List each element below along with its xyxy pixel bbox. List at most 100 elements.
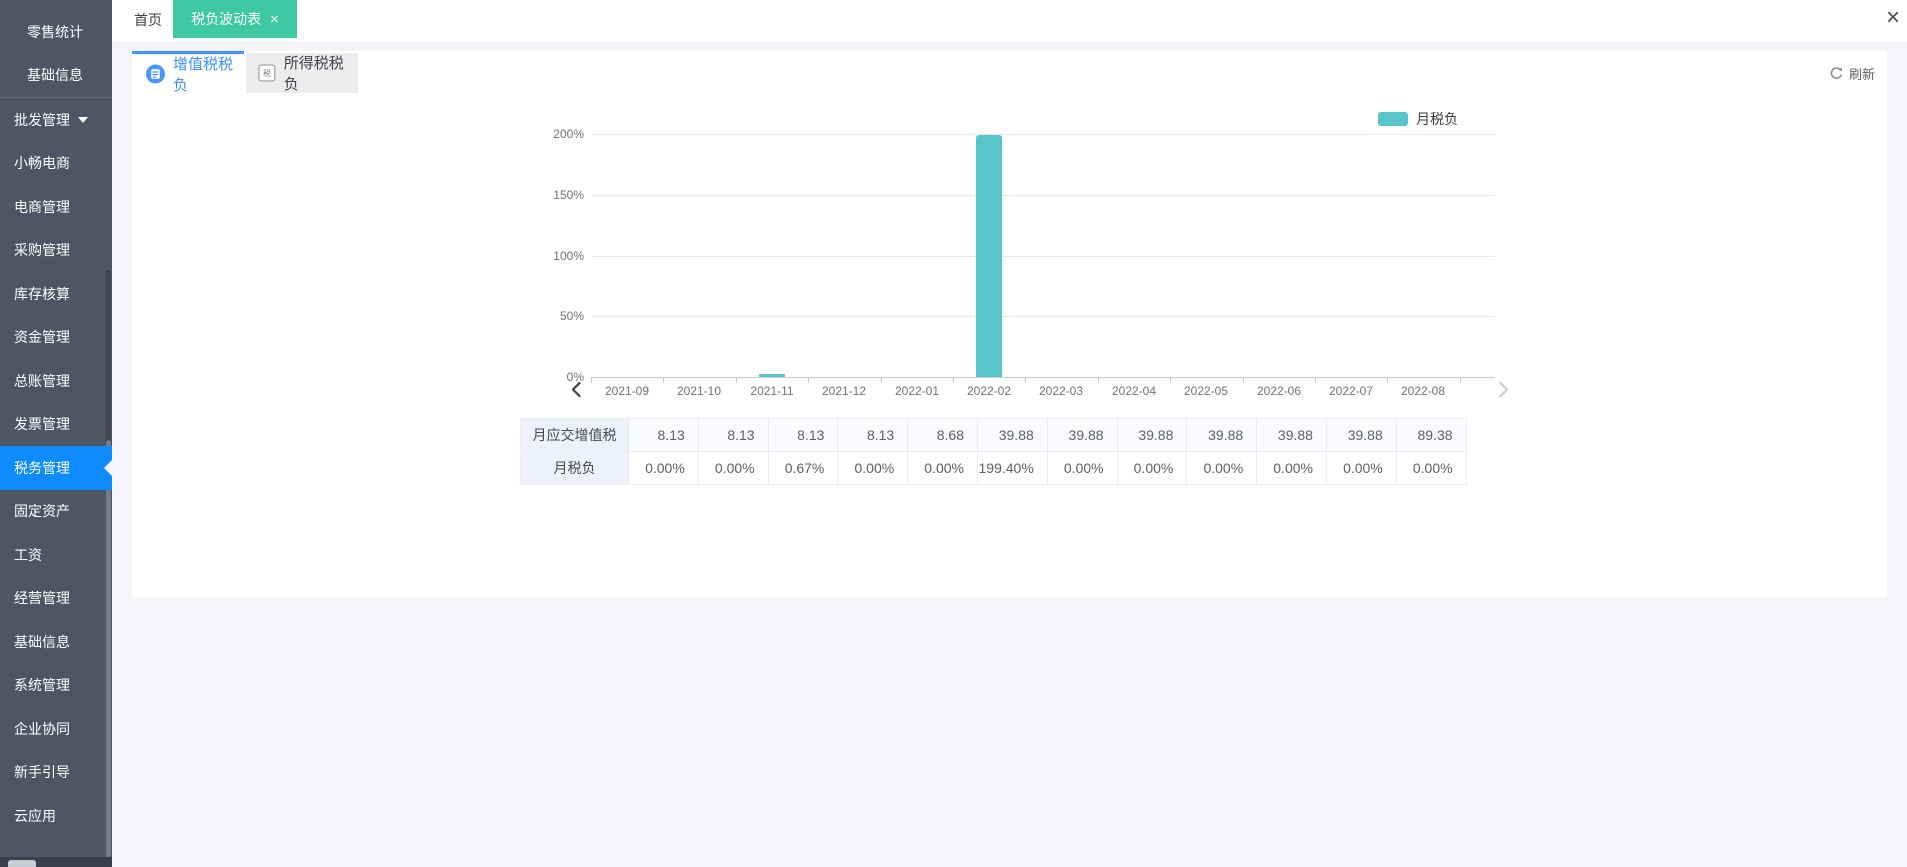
chart-scroll-left-button[interactable] xyxy=(570,381,582,403)
table-cell: 0.00% xyxy=(908,452,978,485)
table-cell: 0.00% xyxy=(1257,452,1327,485)
sidebar-item-label: 发票管理 xyxy=(14,416,70,433)
sidebar-item-label: 总账管理 xyxy=(14,372,70,389)
x-axis-tick xyxy=(808,378,809,383)
table-cell: 0.00% xyxy=(1047,452,1118,485)
sidebar-item-label: 资金管理 xyxy=(14,329,70,346)
bar-2021-11[interactable] xyxy=(759,374,785,377)
window-close-icon[interactable]: × xyxy=(1886,6,1900,30)
x-axis-tick xyxy=(736,378,737,383)
sidebar-item-总账管理[interactable]: 总账管理 xyxy=(0,359,112,403)
sidebar-item-小畅电商[interactable]: 小畅电商 xyxy=(0,142,112,186)
sidebar-item-label: 基础信息 xyxy=(14,633,70,650)
x-axis-tick xyxy=(1387,378,1388,383)
chart-scroll-right-button[interactable] xyxy=(1498,381,1510,403)
sidebar-item-基础信息[interactable]: 基础信息 xyxy=(0,620,112,664)
app-window: 零售统计 基础信息 批发管理 小畅电商 电商管理 采购管理 库存核算 资金管理 总账管理 发票管理… xyxy=(0,0,1907,867)
legend-swatch xyxy=(1378,112,1408,126)
table-cell: 8.13 xyxy=(838,419,909,452)
x-axis-tick-label: 2022-07 xyxy=(1328,384,1374,398)
x-axis-tick xyxy=(1025,378,1026,383)
x-axis-tick-label: 2022-02 xyxy=(966,384,1012,398)
x-axis-tick xyxy=(1243,378,1244,383)
sidebar-item-label: 工资 xyxy=(14,546,42,563)
sidebar-item-label: 税务管理 xyxy=(14,459,70,476)
tab-tax-fluctuation[interactable]: 税负波动表 × xyxy=(173,0,297,38)
table-cell: 0.00% xyxy=(838,452,909,485)
sidebar-item-经营管理[interactable]: 经营管理 xyxy=(0,577,112,621)
x-axis-tick xyxy=(881,378,882,383)
table-cell: 39.88 xyxy=(1047,419,1118,452)
sidebar-item-label: 云应用 xyxy=(14,807,56,824)
sidebar-item-label: 库存核算 xyxy=(14,285,70,302)
gridline xyxy=(591,195,1495,196)
sidebar-item-采购管理[interactable]: 采购管理 xyxy=(0,229,112,273)
legend-label: 月税负 xyxy=(1416,111,1458,127)
sidebar-item-基础信息[interactable]: 基础信息 xyxy=(0,54,112,98)
x-axis-tick-label: 2021-12 xyxy=(821,384,867,398)
x-axis-tick xyxy=(1315,378,1316,383)
table-row-header-label: 月应交增值税 xyxy=(532,427,617,443)
table-cell: 199.40% xyxy=(977,452,1048,485)
table-row-header: 月税负 xyxy=(521,452,629,485)
sidebar-item-云应用[interactable]: 云应用 xyxy=(0,794,112,838)
table-cell: 39.88 xyxy=(1257,419,1327,452)
sidebar-item-label: 企业协同 xyxy=(14,720,70,737)
sidebar-item-发票管理[interactable]: 发票管理 xyxy=(0,403,112,447)
table-cell: 8.13 xyxy=(629,419,699,452)
x-axis-tick-label: 2022-08 xyxy=(1400,384,1446,398)
chart-scroll-right-icon xyxy=(1499,381,1509,398)
table-cell: 8.68 xyxy=(908,419,978,452)
sidebar-item-系统管理[interactable]: 系统管理 xyxy=(0,664,112,708)
sidebar-item-批发管理[interactable]: 批发管理 xyxy=(0,98,112,142)
sidebar-item-label: 批发管理 xyxy=(14,111,70,128)
sidebar-item-label: 基础信息 xyxy=(27,67,83,84)
x-axis-tick-label: 2022-01 xyxy=(894,384,940,398)
sidebar-item-企业协同[interactable]: 企业协同 xyxy=(0,707,112,751)
bar-2022-02[interactable] xyxy=(976,135,1002,377)
gridline xyxy=(591,256,1495,257)
sidebar-item-资金管理[interactable]: 资金管理 xyxy=(0,316,112,360)
sidebar-nav: 零售统计 基础信息 批发管理 小畅电商 电商管理 采购管理 库存核算 资金管理 总账管理 发票管理… xyxy=(0,0,112,867)
tab-home-label: 首页 xyxy=(134,12,162,28)
y-axis-tick-label: 50% xyxy=(559,309,584,323)
table-cell: 0.00% xyxy=(698,452,769,485)
x-axis-tick xyxy=(1098,378,1099,383)
table-cell: 8.13 xyxy=(768,419,839,452)
x-axis-tick-label: 2022-05 xyxy=(1183,384,1229,398)
tab-close-icon[interactable]: × xyxy=(270,12,279,27)
tab-home[interactable]: 首页 xyxy=(134,0,162,40)
y-axis-tick-label: 100% xyxy=(553,249,584,263)
sidebar-item-工资[interactable]: 工资 xyxy=(0,533,112,577)
x-axis-tick xyxy=(1460,378,1461,383)
sidebar-item-label: 经营管理 xyxy=(14,590,70,607)
sidebar-item-新手引导[interactable]: 新手引导 xyxy=(0,751,112,795)
x-axis-line xyxy=(591,377,1495,378)
table-cell: 0.00% xyxy=(1396,452,1467,485)
top-tab-bar: 首页 税负波动表 × × xyxy=(112,0,1907,41)
table-cell: 0.00% xyxy=(629,452,699,485)
sidebar-item-税务管理[interactable]: 税务管理 xyxy=(0,446,112,490)
content-card: 增值税税负 税 所得税税负 刷新 0% 50% 100% 150% 200% 2021-0… xyxy=(132,51,1887,597)
x-axis-tick-label: 2021-11 xyxy=(750,384,794,398)
sidebar-item-电商管理[interactable]: 电商管理 xyxy=(0,185,112,229)
sidebar-item-label: 零售统计 xyxy=(27,23,83,40)
table-row-header: 月应交增值税 xyxy=(521,419,629,452)
table-cell: 89.38 xyxy=(1396,419,1467,452)
sidebar-item-label: 采购管理 xyxy=(14,242,70,259)
chart-legend[interactable]: 月税负 xyxy=(1378,109,1458,129)
tax-data-table: 月应交增值税 8.13 8.13 8.13 8.13 8.68 39.88 39.88 39.8… xyxy=(520,418,1467,485)
sidebar-item-label: 小畅电商 xyxy=(14,155,70,172)
table-row-header-label: 月税负 xyxy=(553,460,596,476)
table-cell: 0.00% xyxy=(1117,452,1188,485)
sidebar-collapse-button[interactable] xyxy=(8,860,36,867)
table-cell: 39.88 xyxy=(1326,419,1397,452)
table-cell: 0.00% xyxy=(1326,452,1397,485)
x-axis-tick-label: 2021-09 xyxy=(604,384,650,398)
x-axis-tick xyxy=(1170,378,1171,383)
sidebar-item-固定资产[interactable]: 固定资产 xyxy=(0,490,112,534)
y-axis-tick-label: 150% xyxy=(553,188,584,202)
sidebar-item-库存核算[interactable]: 库存核算 xyxy=(0,272,112,316)
sidebar-item-零售统计[interactable]: 零售统计 xyxy=(0,10,112,54)
table-cell: 0.00% xyxy=(1187,452,1258,485)
